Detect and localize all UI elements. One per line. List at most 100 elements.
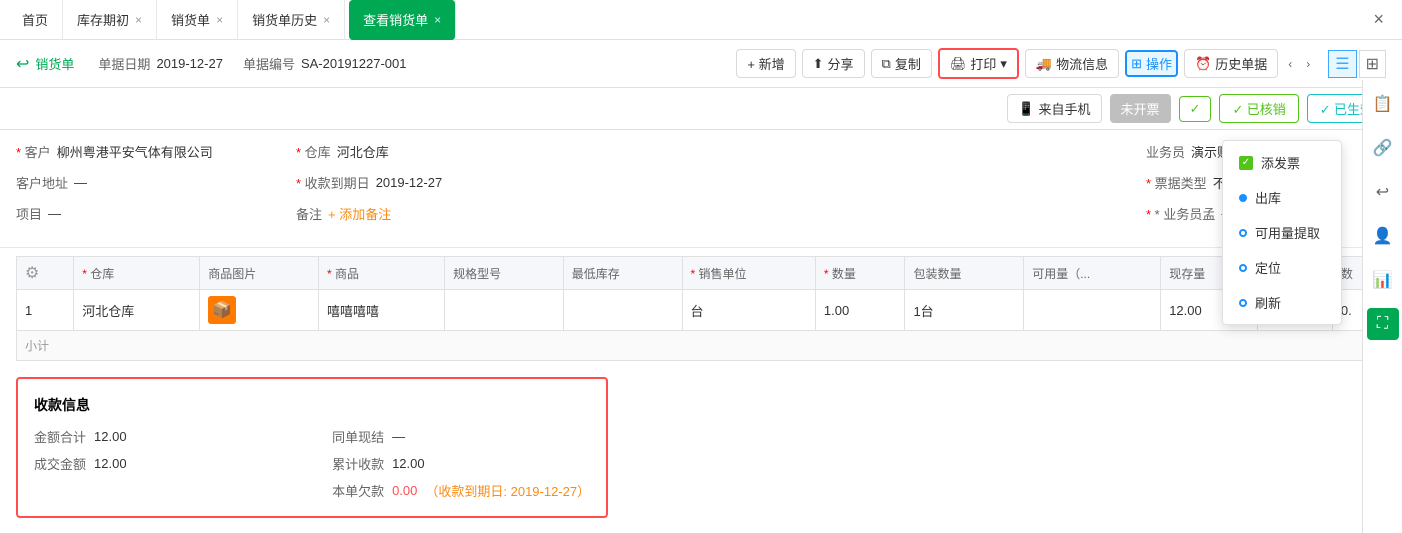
check-icon: ✓ — [1190, 101, 1201, 117]
truck-icon: 🚚 — [1036, 56, 1052, 72]
right-sidebar: 📋 🔗 ↩ 👤 📊 ⛶ — [1362, 80, 1402, 533]
prev-record-button[interactable]: ‹ — [1284, 54, 1296, 74]
list-view-tab[interactable]: ☰ — [1328, 50, 1356, 78]
total-amount-row: 金额合计 12.00 — [34, 427, 292, 446]
row-pack-qty: 1台 — [905, 290, 1024, 331]
col-min-stock: 最低库存 — [563, 257, 682, 290]
address-field: 客户地址 — — [16, 173, 256, 192]
sidebar-expand-icon[interactable]: ⛶ — [1367, 308, 1399, 340]
operation-dropdown: ✓ 添发票 出库 可用量提取 定位 刷新 — [1222, 140, 1342, 325]
doc-header: ↩ 销货单 单据日期 2019-12-27 单据编号 SA-20191227-0… — [0, 40, 1402, 88]
canceled-button[interactable]: ✓ 已核销 — [1219, 94, 1298, 123]
main-content: ↩ 销货单 单据日期 2019-12-27 单据编号 SA-20191227-0… — [0, 40, 1402, 533]
row-min-stock — [563, 290, 682, 331]
sidebar-link-icon[interactable]: 🔗 — [1367, 132, 1399, 164]
row-product-image: 📦 — [200, 290, 319, 331]
form-section: 客户 柳州粤港平安气体有限公司 仓库 河北仓库 业务员 演示账号 客户地址 — … — [0, 130, 1402, 248]
row-product: 嘻嘻嘻嘻 — [319, 290, 445, 331]
print-icon: 🖨 — [950, 56, 967, 72]
row-warehouse: 河北仓库 — [74, 290, 200, 331]
tab-sales-history-close[interactable]: × — [323, 13, 330, 27]
project-field: 项目 — — [16, 204, 256, 223]
doc-title: ↩ 销货单 — [16, 54, 74, 74]
col-warehouse: 仓库 — [74, 257, 200, 290]
warehouse-field: 仓库 河北仓库 — [296, 142, 536, 161]
print-button[interactable]: 🖨 打印 ▾ — [938, 48, 1019, 79]
view-tabs: ☰ ⊞ — [1328, 50, 1386, 78]
tab-sales-history[interactable]: 销货单历史 × — [238, 0, 345, 40]
row-no: 1 — [17, 290, 74, 331]
subtotal-row: 小计 — [17, 331, 1386, 361]
add-invoice-icon: ✓ — [1239, 156, 1253, 170]
payment-info: 收款信息 金额合计 12.00 同单现结 — 成交金额 12.00 累计收款 1… — [16, 377, 608, 518]
customer-field: 客户 柳州粤港平安气体有限公司 — [16, 142, 256, 161]
dropdown-locate[interactable]: 定位 — [1223, 250, 1341, 285]
col-product: 商品 — [319, 257, 445, 290]
gear-icon: ⚙ — [25, 265, 39, 282]
row-spec — [445, 290, 564, 331]
history-button[interactable]: ⏰ 历史单据 — [1184, 49, 1278, 78]
operation-icon: ⊞ — [1131, 56, 1142, 72]
copy-icon: ⧉ — [882, 56, 891, 72]
toolbar2: 📱 来自手机 未开票 ✓ ✓ 已核销 ✓ 已生效 — [0, 88, 1402, 130]
dropdown-refresh[interactable]: 刷新 — [1223, 285, 1341, 320]
payment-title: 收款信息 — [34, 395, 590, 415]
sidebar-return-icon[interactable]: ↩ — [1367, 176, 1399, 208]
tab-sales-order-close[interactable]: × — [216, 13, 223, 27]
same-order-settle-row: 同单现结 — — [332, 427, 590, 446]
copy-button[interactable]: ⧉ 复制 — [871, 49, 932, 78]
subtotal-label: 小计 — [17, 331, 1386, 361]
dropdown-add-invoice[interactable]: ✓ 添发票 — [1223, 145, 1341, 180]
tab-sales-order[interactable]: 销货单 × — [157, 0, 238, 40]
phone-icon: 📱 — [1018, 101, 1034, 117]
col-pack-qty: 包装数量 — [905, 257, 1024, 290]
refresh-icon — [1239, 299, 1247, 307]
product-thumbnail: 📦 — [208, 296, 236, 324]
print-dropdown-arrow: ▾ — [1000, 56, 1007, 72]
form-row-3: 项目 — 备注 + 添加备注 * 业务员孟 — — [16, 204, 1386, 223]
available-pickup-icon — [1239, 229, 1247, 237]
col-available: 可用量（... — [1024, 257, 1161, 290]
tab-bar: 首页 库存期初 × 销货单 × 销货单历史 × 查看销货单 × × — [0, 0, 1402, 40]
dropdown-available-pickup[interactable]: 可用量提取 — [1223, 215, 1341, 250]
operation-button[interactable]: ⊞ 操作 — [1125, 50, 1178, 77]
next-record-button[interactable]: › — [1302, 54, 1314, 74]
bottom-section: 收款信息 金额合计 12.00 同单现结 — 成交金额 12.00 累计收款 1… — [0, 361, 1402, 533]
tab-inventory-init-close[interactable]: × — [135, 13, 142, 27]
doc-number-field: 单据编号 SA-20191227-001 — [243, 54, 407, 73]
tab-view-sales-close[interactable]: × — [434, 13, 441, 27]
outbound-icon — [1239, 194, 1247, 202]
transaction-row: 成交金额 12.00 — [34, 454, 292, 473]
check-circle-icon: ✓ — [1232, 102, 1243, 117]
sidebar-user-icon[interactable]: 👤 — [1367, 220, 1399, 252]
doc-date-field: 单据日期 2019-12-27 — [98, 54, 223, 73]
global-close-button[interactable]: × — [1363, 9, 1394, 30]
locate-icon — [1239, 264, 1247, 272]
tab-home[interactable]: 首页 — [8, 0, 63, 40]
doc-title-icon: ↩ — [16, 54, 29, 74]
doc-meta: 单据日期 2019-12-27 单据编号 SA-20191227-001 — [98, 54, 736, 73]
logistics-button[interactable]: 🚚 物流信息 — [1025, 49, 1119, 78]
sidebar-doc-icon[interactable]: 📋 — [1367, 88, 1399, 120]
check-button[interactable]: ✓ — [1179, 96, 1212, 122]
new-button[interactable]: + 新增 — [736, 49, 795, 78]
sidebar-chart-icon[interactable]: 📊 — [1367, 264, 1399, 296]
share-button[interactable]: ⬆ 分享 — [802, 49, 865, 78]
history-icon: ⏰ — [1195, 56, 1211, 72]
product-table: ⚙ 仓库 商品图片 商品 规格型号 最低库存 销售单位 数量 包装数量 可用量（… — [16, 256, 1386, 361]
tab-inventory-init[interactable]: 库存期初 × — [63, 0, 157, 40]
cumulative-row: 累计收款 12.00 — [332, 454, 590, 473]
col-settings[interactable]: ⚙ — [17, 257, 74, 290]
grid-view-tab[interactable]: ⊞ — [1359, 50, 1386, 78]
tab-view-sales[interactable]: 查看销货单 × — [349, 0, 456, 40]
not-opened-button[interactable]: 未开票 — [1110, 94, 1171, 123]
toolbar: + 新增 ⬆ 分享 ⧉ 复制 🖨 打印 ▾ 🚚 物流信息 ⊞ 操作 — [736, 48, 1386, 79]
col-spec: 规格型号 — [445, 257, 564, 290]
col-product-image: 商品图片 — [200, 257, 319, 290]
from-phone-button[interactable]: 📱 来自手机 — [1007, 94, 1101, 123]
row-quantity: 1.00 — [815, 290, 905, 331]
payment-rows: 金额合计 12.00 同单现结 — 成交金额 12.00 累计收款 12.00 … — [34, 427, 590, 500]
dropdown-outbound[interactable]: 出库 — [1223, 180, 1341, 215]
row-sales-unit: 台 — [682, 290, 815, 331]
balance-row: 本单欠款 0.00 （收款到期日: 2019-12-27） — [332, 481, 590, 500]
